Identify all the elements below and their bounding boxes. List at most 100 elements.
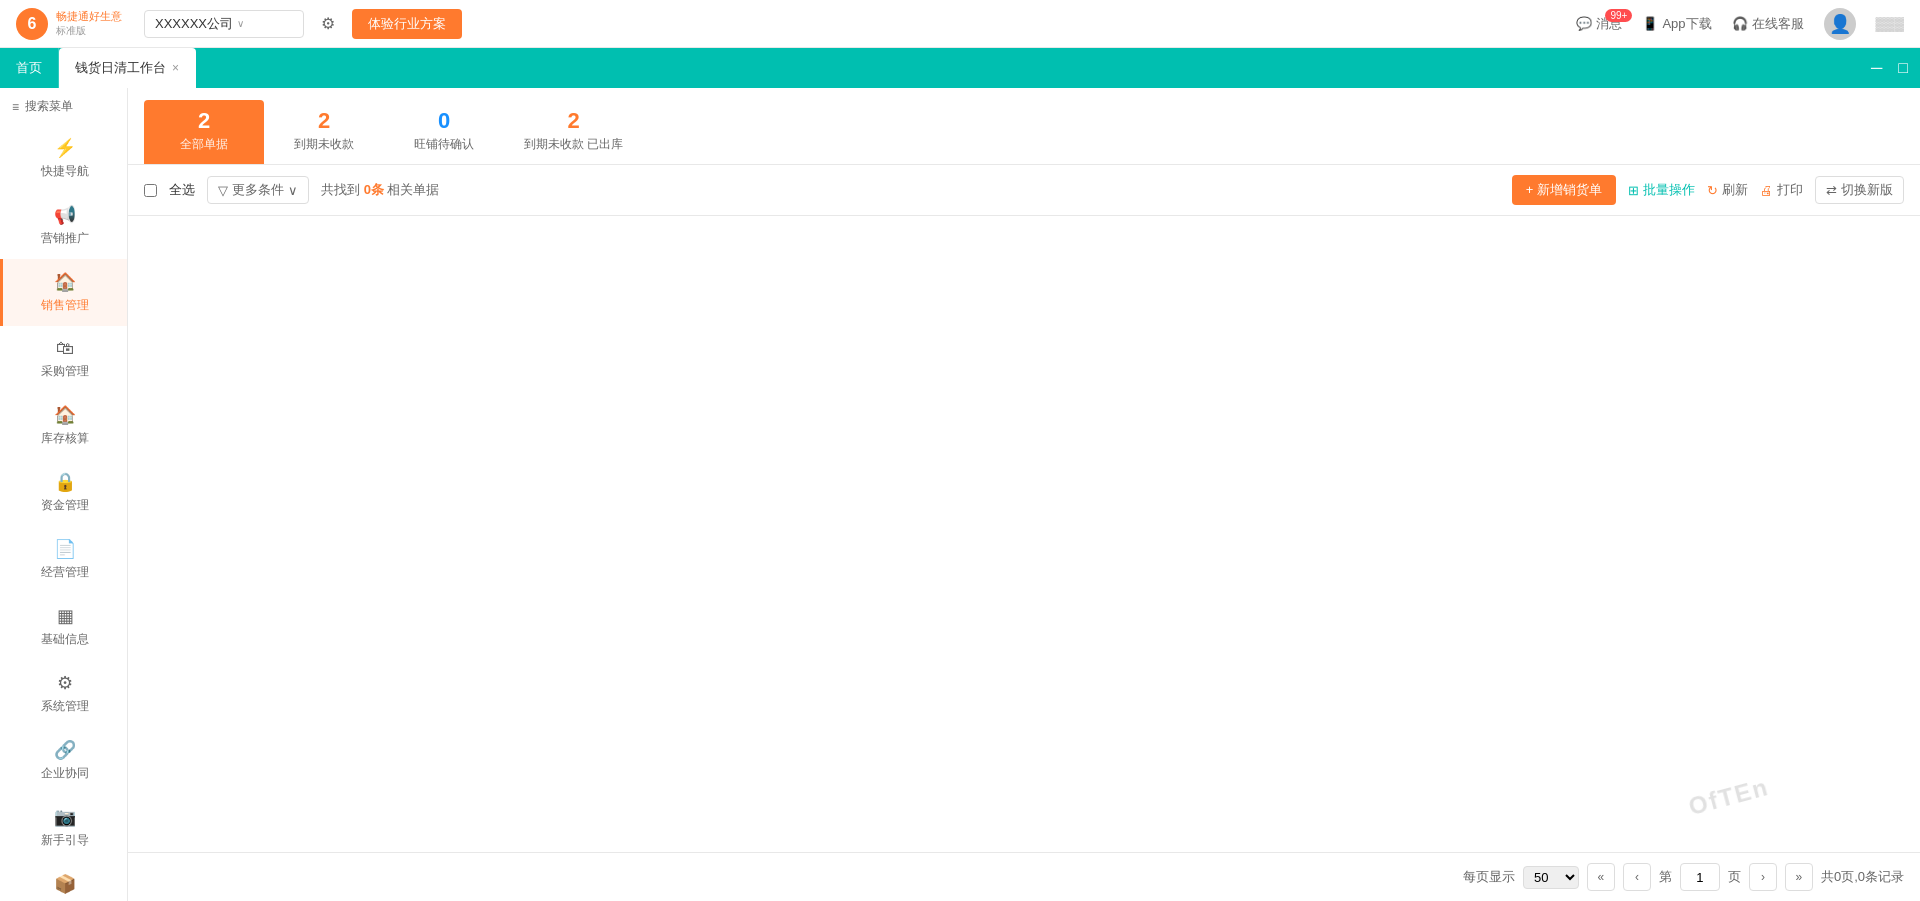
batch-icon: ⊞: [1628, 183, 1639, 198]
sidebar-item-label: 快捷导航: [41, 163, 89, 180]
home-tab-label: 首页: [16, 59, 42, 77]
stat-label-wangpu: 旺铺待确认: [414, 136, 474, 153]
print-button[interactable]: 🖨 打印: [1760, 181, 1803, 199]
sidebar-item-label: 新手引导: [41, 832, 89, 849]
tab-close-icon[interactable]: ×: [172, 61, 179, 75]
batch-label: 批量操作: [1643, 181, 1695, 199]
sidebar: ≡ 搜索菜单 ⚡ 快捷导航 📢 营销推广 🏠 销售管理 🛍 采购管理 🏠 库存核…: [0, 88, 128, 901]
select-all-label: 全选: [169, 181, 195, 199]
purchase-icon: 🛍: [56, 338, 74, 359]
per-page-label: 每页显示: [1463, 868, 1515, 886]
total-records-label: 共0页,0条记录: [1821, 868, 1904, 886]
stat-tab-unshipped[interactable]: 2 到期未收款 已出库: [504, 100, 643, 164]
tab-minimize-button[interactable]: ─: [1867, 55, 1886, 81]
sidebar-item-inventory[interactable]: 🏠 库存核算: [0, 392, 127, 459]
basic-info-icon: ▦: [57, 605, 74, 627]
refresh-button[interactable]: ↻ 刷新: [1707, 181, 1748, 199]
stats-tabs: 2 全部单据 2 到期未收款 0 旺铺待确认 2 到期未收款 已出库: [128, 88, 1920, 165]
sidebar-item-label: 营销推广: [41, 230, 89, 247]
message-icon: 💬: [1576, 16, 1592, 31]
sidebar-item-label: 资金管理: [41, 497, 89, 514]
sidebar-item-enterprise[interactable]: 🔗 企业协同: [0, 727, 127, 794]
first-page-button[interactable]: «: [1587, 863, 1615, 891]
sidebar-item-label: 销售管理: [41, 297, 89, 314]
logo-text: 畅捷通好生意: [56, 9, 122, 23]
sidebar-item-purchase[interactable]: 🛍 采购管理: [0, 326, 127, 392]
filter-icon: ▽: [218, 183, 228, 198]
message-badge: 99+: [1605, 9, 1632, 22]
refresh-label: 刷新: [1722, 181, 1748, 199]
filter-chevron: ∨: [288, 183, 298, 198]
avatar-icon: 👤: [1829, 13, 1851, 35]
sidebar-item-operations[interactable]: 📄 经营管理: [0, 526, 127, 593]
search-menu-item[interactable]: ≡ 搜索菜单: [0, 88, 127, 125]
settings-button[interactable]: ⚙: [312, 8, 344, 40]
found-text: 共找到 0条 相关单据: [321, 181, 439, 199]
app-download-action[interactable]: 📱 App下载: [1642, 15, 1711, 33]
tab-active[interactable]: 钱货日清工作台 ×: [59, 48, 196, 88]
logo-badge: 标准版: [56, 24, 122, 38]
next-page-button[interactable]: ›: [1749, 863, 1777, 891]
app-download-label: App下载: [1662, 15, 1711, 33]
prev-page-button[interactable]: ‹: [1623, 863, 1651, 891]
company-selector[interactable]: XXXXXX公司 ∨: [144, 10, 304, 38]
search-menu-icon: ≡: [12, 100, 19, 114]
page-number-input[interactable]: [1680, 863, 1720, 891]
sidebar-item-guide[interactable]: 📷 新手引导: [0, 794, 127, 861]
page-label: 第: [1659, 868, 1672, 886]
app-download-icon: 📱: [1642, 16, 1658, 31]
sidebar-item-label: 库存核算: [41, 430, 89, 447]
stat-tab-wangpu[interactable]: 0 旺铺待确认: [384, 100, 504, 164]
table-area: [128, 216, 1920, 852]
finance-icon: 🔒: [54, 471, 76, 493]
sidebar-item-label: 企业协同: [41, 765, 89, 782]
sidebar-item-label: 系统管理: [41, 698, 89, 715]
enterprise-icon: 🔗: [54, 739, 76, 761]
stat-label-all: 全部单据: [180, 136, 228, 153]
sidebar-item-finance[interactable]: 🔒 资金管理: [0, 459, 127, 526]
sidebar-item-system[interactable]: ⚙ 系统管理: [0, 660, 127, 727]
batch-operation-button[interactable]: ⊞ 批量操作: [1628, 181, 1695, 199]
filter-button[interactable]: ▽ 更多条件 ∨: [207, 176, 309, 204]
message-action[interactable]: 💬 消息 99+: [1576, 15, 1622, 33]
switch-icon: ⇄: [1826, 183, 1837, 198]
sales-icon: 🏠: [54, 271, 76, 293]
sidebar-item-app-center[interactable]: 📦 应用中心: [0, 861, 127, 901]
print-icon: 🖨: [1760, 183, 1773, 198]
guide-icon: 📷: [54, 806, 76, 828]
tab-bar: 首页 钱货日清工作台 × ─ □: [0, 48, 1920, 88]
avatar[interactable]: 👤: [1824, 8, 1856, 40]
tab-bar-actions: ─ □: [1867, 55, 1920, 81]
print-label: 打印: [1777, 181, 1803, 199]
chevron-down-icon: ∨: [237, 18, 244, 29]
stat-tab-all[interactable]: 2 全部单据: [144, 100, 264, 164]
header-right: 💬 消息 99+ 📱 App下载 🎧 在线客服 👤 ▓▓▓: [1576, 8, 1904, 40]
sidebar-item-basic-info[interactable]: ▦ 基础信息: [0, 593, 127, 660]
found-count: 0条: [364, 182, 384, 197]
user-name[interactable]: ▓▓▓: [1876, 16, 1904, 31]
add-sales-order-button[interactable]: + 新增销货单: [1512, 175, 1616, 205]
last-page-button[interactable]: »: [1785, 863, 1813, 891]
sidebar-item-label: 经营管理: [41, 564, 89, 581]
online-service-action[interactable]: 🎧 在线客服: [1732, 15, 1804, 33]
sidebar-item-label: 基础信息: [41, 631, 89, 648]
select-all-checkbox[interactable]: [144, 184, 157, 197]
logo-area: 6 畅捷通好生意 标准版: [16, 8, 144, 40]
sidebar-item-marketing[interactable]: 📢 营销推广: [0, 192, 127, 259]
search-menu-label: 搜索菜单: [25, 98, 73, 115]
experience-button[interactable]: 体验行业方案: [352, 9, 462, 39]
online-service-label: 在线客服: [1752, 15, 1804, 33]
per-page-select[interactable]: 50 100 200: [1523, 866, 1579, 889]
sidebar-item-quick-nav[interactable]: ⚡ 快捷导航: [0, 125, 127, 192]
logo-icon: 6: [16, 8, 48, 40]
stat-number-wangpu: 0: [438, 108, 450, 134]
tab-home[interactable]: 首页: [0, 48, 59, 88]
stat-tab-overdue[interactable]: 2 到期未收款: [264, 100, 384, 164]
stat-number-all: 2: [198, 108, 210, 134]
sidebar-item-sales[interactable]: 🏠 销售管理: [0, 259, 127, 326]
refresh-icon: ↻: [1707, 183, 1718, 198]
tab-maximize-button[interactable]: □: [1894, 55, 1912, 81]
toolbar: 全选 ▽ 更多条件 ∨ 共找到 0条 相关单据 + 新增销货单 ⊞ 批量操作 ↻…: [128, 165, 1920, 216]
active-tab-label: 钱货日清工作台: [75, 59, 166, 77]
switch-version-button[interactable]: ⇄ 切换新版: [1815, 176, 1904, 204]
